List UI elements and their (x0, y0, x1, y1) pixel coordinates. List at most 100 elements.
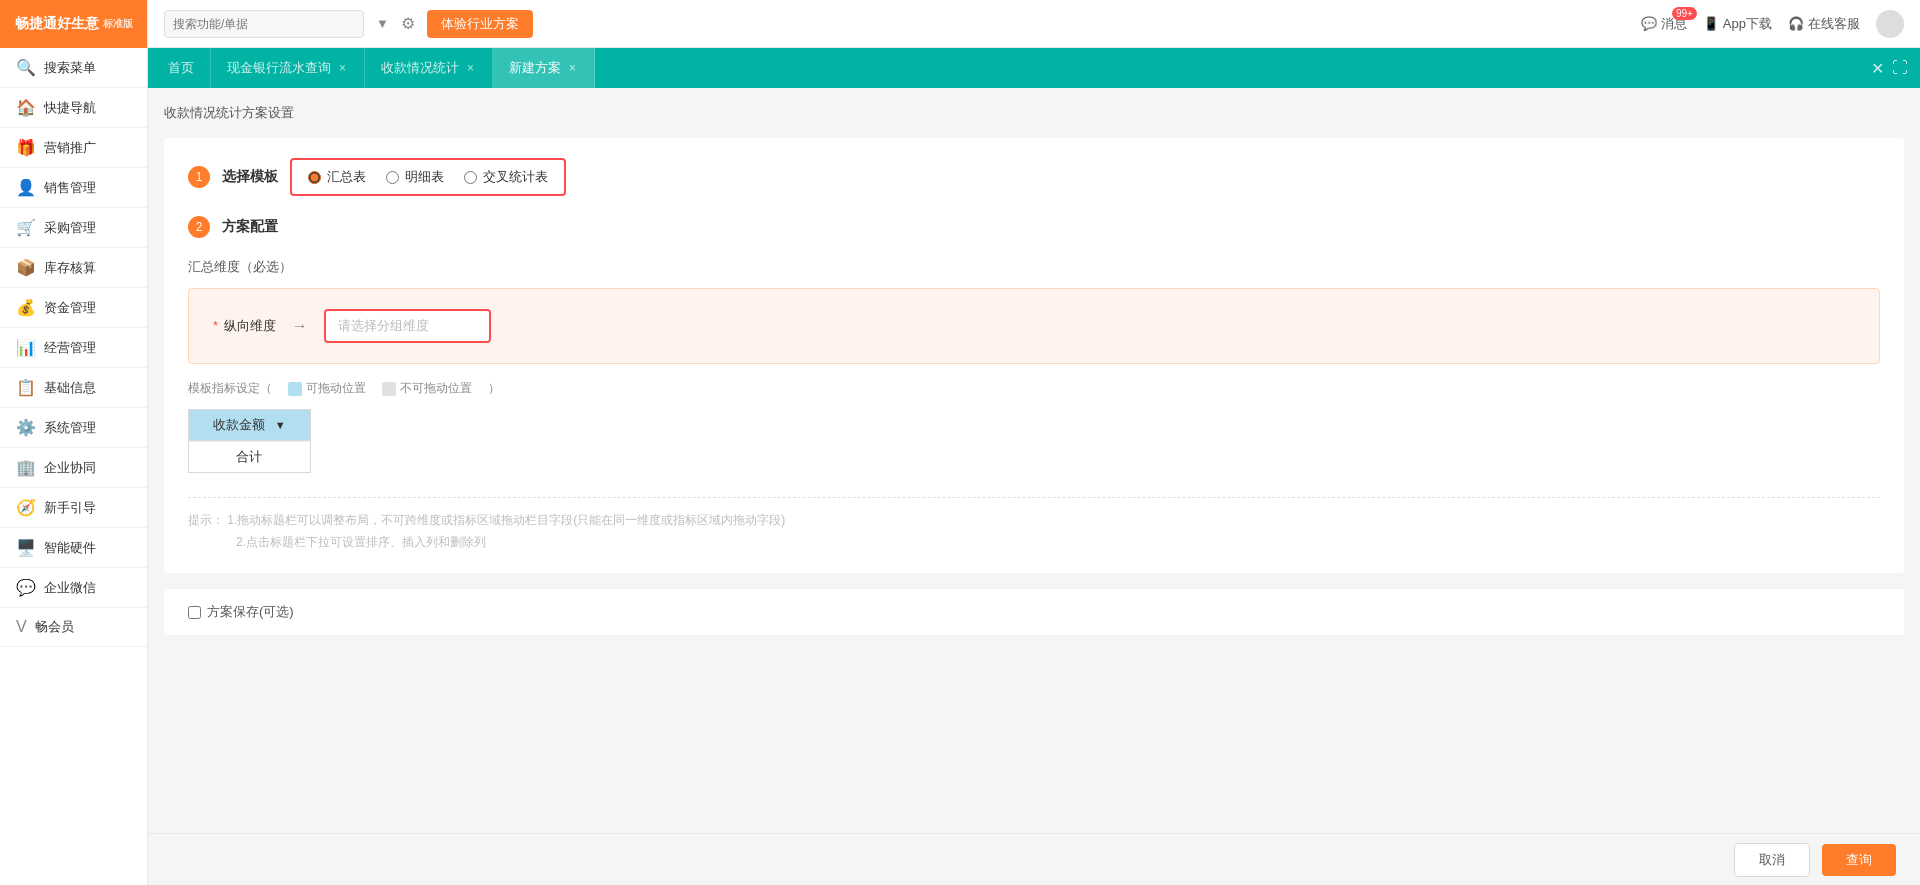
quick-nav-label: 快捷导航 (44, 99, 96, 117)
avatar[interactable] (1876, 10, 1904, 38)
sidebar-item-operation[interactable]: 📊 经营管理 (0, 328, 147, 368)
tab-bank-flow[interactable]: 现金银行流水查询 × (211, 48, 365, 88)
finance-icon: 💰 (16, 298, 36, 317)
radio-cross[interactable]: 交叉统计表 (464, 168, 548, 186)
query-button[interactable]: 查询 (1822, 844, 1896, 876)
notification-icon: 💬 (1641, 16, 1657, 31)
sidebar-item-sales[interactable]: 👤 销售管理 (0, 168, 147, 208)
sidebar-item-wechat[interactable]: 💬 企业微信 (0, 568, 147, 608)
logo-sub: 标准版 (103, 17, 133, 31)
tab-label-home: 首页 (168, 59, 194, 77)
metrics-header-caret[interactable]: ▼ (275, 419, 286, 431)
radio-summary[interactable]: 汇总表 (308, 168, 366, 186)
inventory-icon: 📦 (16, 258, 36, 277)
online-service-btn[interactable]: 🎧 在线客服 (1788, 15, 1860, 33)
wechat-label: 企业微信 (44, 579, 96, 597)
sidebar: 畅捷通好生意 标准版 🔍搜索菜单 🏠 快捷导航 🎁营销推广 👤 销售管理 🛒采购管理📦库存核… (0, 0, 148, 885)
service-icon: 🎧 (1788, 16, 1804, 31)
guide-icon: 🧭 (16, 498, 36, 517)
step1-badge: 1 (188, 166, 210, 188)
radio-cross-label: 交叉统计表 (483, 168, 548, 186)
tabbar: 首页现金银行流水查询×收款情况统计×新建方案× ✕ ⛶ (148, 48, 1920, 88)
app-download-btn[interactable]: 📱 App下载 (1703, 15, 1772, 33)
operation-icon: 📊 (16, 338, 36, 357)
metrics-legend: 模板指标设定（ 可拖动位置 不可拖动位置 ） (188, 380, 1880, 397)
cancel-button[interactable]: 取消 (1734, 843, 1810, 877)
gear-icon[interactable]: ⚙ (401, 14, 415, 33)
save-option[interactable]: 方案保存(可选) (188, 603, 294, 621)
save-checkbox[interactable] (188, 606, 201, 619)
step2-label: 方案配置 (222, 218, 278, 236)
download-label: App下载 (1723, 15, 1772, 33)
operation-label: 经营管理 (44, 339, 96, 357)
page-content: 收款情况统计方案设置 1 选择模板 汇总表 明细表 (148, 88, 1920, 833)
config-section: 汇总维度（必选） * 纵向维度 → 请选择分组维度 模板指标设定（ (188, 258, 1880, 553)
tab-label-bank-flow: 现金银行流水查询 (227, 59, 331, 77)
maximize-icon[interactable]: ⛶ (1892, 59, 1908, 77)
guide-label: 新手引导 (44, 499, 96, 517)
sidebar-item-hardware[interactable]: 🖥️智能硬件 (0, 528, 147, 568)
tab-close-bank-flow[interactable]: × (337, 59, 348, 77)
system-icon: ⚙️ (16, 418, 36, 437)
sidebar-item-search-menu[interactable]: 🔍搜索菜单 (0, 48, 147, 88)
draggable-icon (288, 382, 302, 396)
metrics-total-row: 合计 (189, 441, 310, 472)
step1-label: 选择模板 (222, 168, 278, 186)
logo-text: 畅捷通好生意 (15, 15, 99, 33)
sidebar-item-enterprise[interactable]: 🏢企业协同 (0, 448, 147, 488)
tab-close-collection-stat[interactable]: × (465, 59, 476, 77)
tab-collection-stat[interactable]: 收款情况统计× (365, 48, 493, 88)
hardware-icon: 🖥️ (16, 538, 36, 557)
legend-draggable: 可拖动位置 (288, 380, 366, 397)
quick-nav-icon: 🏠 (16, 98, 36, 117)
radio-detail[interactable]: 明细表 (386, 168, 444, 186)
system-label: 系统管理 (44, 419, 96, 437)
metrics-table: 收款金额 ▼ 合计 (188, 409, 311, 473)
dimension-section-title: 汇总维度（必选） (188, 258, 1880, 276)
radio-cross-input[interactable] (464, 171, 477, 184)
search-input[interactable] (164, 10, 364, 38)
tab-new-plan[interactable]: 新建方案 × (493, 48, 595, 88)
topbar-right: 💬 消息 99+ 📱 App下载 🎧 在线客服 (1641, 10, 1904, 38)
industry-btn[interactable]: 体验行业方案 (427, 10, 533, 38)
notification-btn[interactable]: 💬 消息 99+ (1641, 15, 1687, 33)
legend-nodrag: 不可拖动位置 (382, 380, 472, 397)
sidebar-item-purchase[interactable]: 🛒采购管理 (0, 208, 147, 248)
sidebar-item-system[interactable]: ⚙️ 系统管理 (0, 408, 147, 448)
main-area: ▼ ⚙ 体验行业方案 💬 消息 99+ 📱 App下载 🎧 在线客服 首页现金银… (148, 0, 1920, 885)
wechat-icon: 💬 (16, 578, 36, 597)
member-label: 畅会员 (35, 618, 74, 636)
radio-detail-input[interactable] (386, 171, 399, 184)
sidebar-item-inventory[interactable]: 📦库存核算 (0, 248, 147, 288)
search-menu-label: 搜索菜单 (44, 59, 96, 77)
dimension-row: * 纵向维度 → 请选择分组维度 (213, 309, 1855, 343)
metrics-table-header: 收款金额 ▼ (189, 410, 310, 441)
sidebar-item-finance[interactable]: 💰资金管理 (0, 288, 147, 328)
sidebar-item-member[interactable]: V畅会员 (0, 608, 147, 647)
sidebar-item-guide[interactable]: 🧭 新手引导 (0, 488, 147, 528)
dimension-area: * 纵向维度 → 请选择分组维度 (188, 288, 1880, 364)
arrow-icon: → (292, 317, 308, 335)
sidebar-item-marketing[interactable]: 🎁营销推广 (0, 128, 147, 168)
metrics-config-label: 模板指标设定（ (188, 380, 272, 397)
radio-summary-input[interactable] (308, 171, 321, 184)
purchase-icon: 🛒 (16, 218, 36, 237)
dimension-selector[interactable]: 请选择分组维度 (324, 309, 491, 343)
sidebar-item-quick-nav[interactable]: 🏠 快捷导航 (0, 88, 147, 128)
vertical-dimension-label: * 纵向维度 (213, 317, 276, 335)
legend-close: ） (488, 380, 500, 397)
sales-label: 销售管理 (44, 179, 96, 197)
template-options: 汇总表 明细表 交叉统计表 (290, 158, 566, 196)
tab-close-new-plan[interactable]: × (567, 59, 578, 77)
sidebar-item-basic-info[interactable]: 📋基础信息 (0, 368, 147, 408)
sales-icon: 👤 (16, 178, 36, 197)
search-caret-icon[interactable]: ▼ (376, 16, 389, 31)
form-card: 1 选择模板 汇总表 明细表 交叉统计表 (164, 138, 1904, 573)
close-window-icon[interactable]: ✕ (1871, 59, 1884, 78)
nodrag-icon (382, 382, 396, 396)
sidebar-logo: 畅捷通好生意 标准版 (0, 0, 147, 48)
tab-label-new-plan: 新建方案 (509, 59, 561, 77)
nodrag-label: 不可拖动位置 (400, 380, 472, 397)
page-title: 收款情况统计方案设置 (164, 104, 1904, 122)
tab-home[interactable]: 首页 (152, 48, 211, 88)
